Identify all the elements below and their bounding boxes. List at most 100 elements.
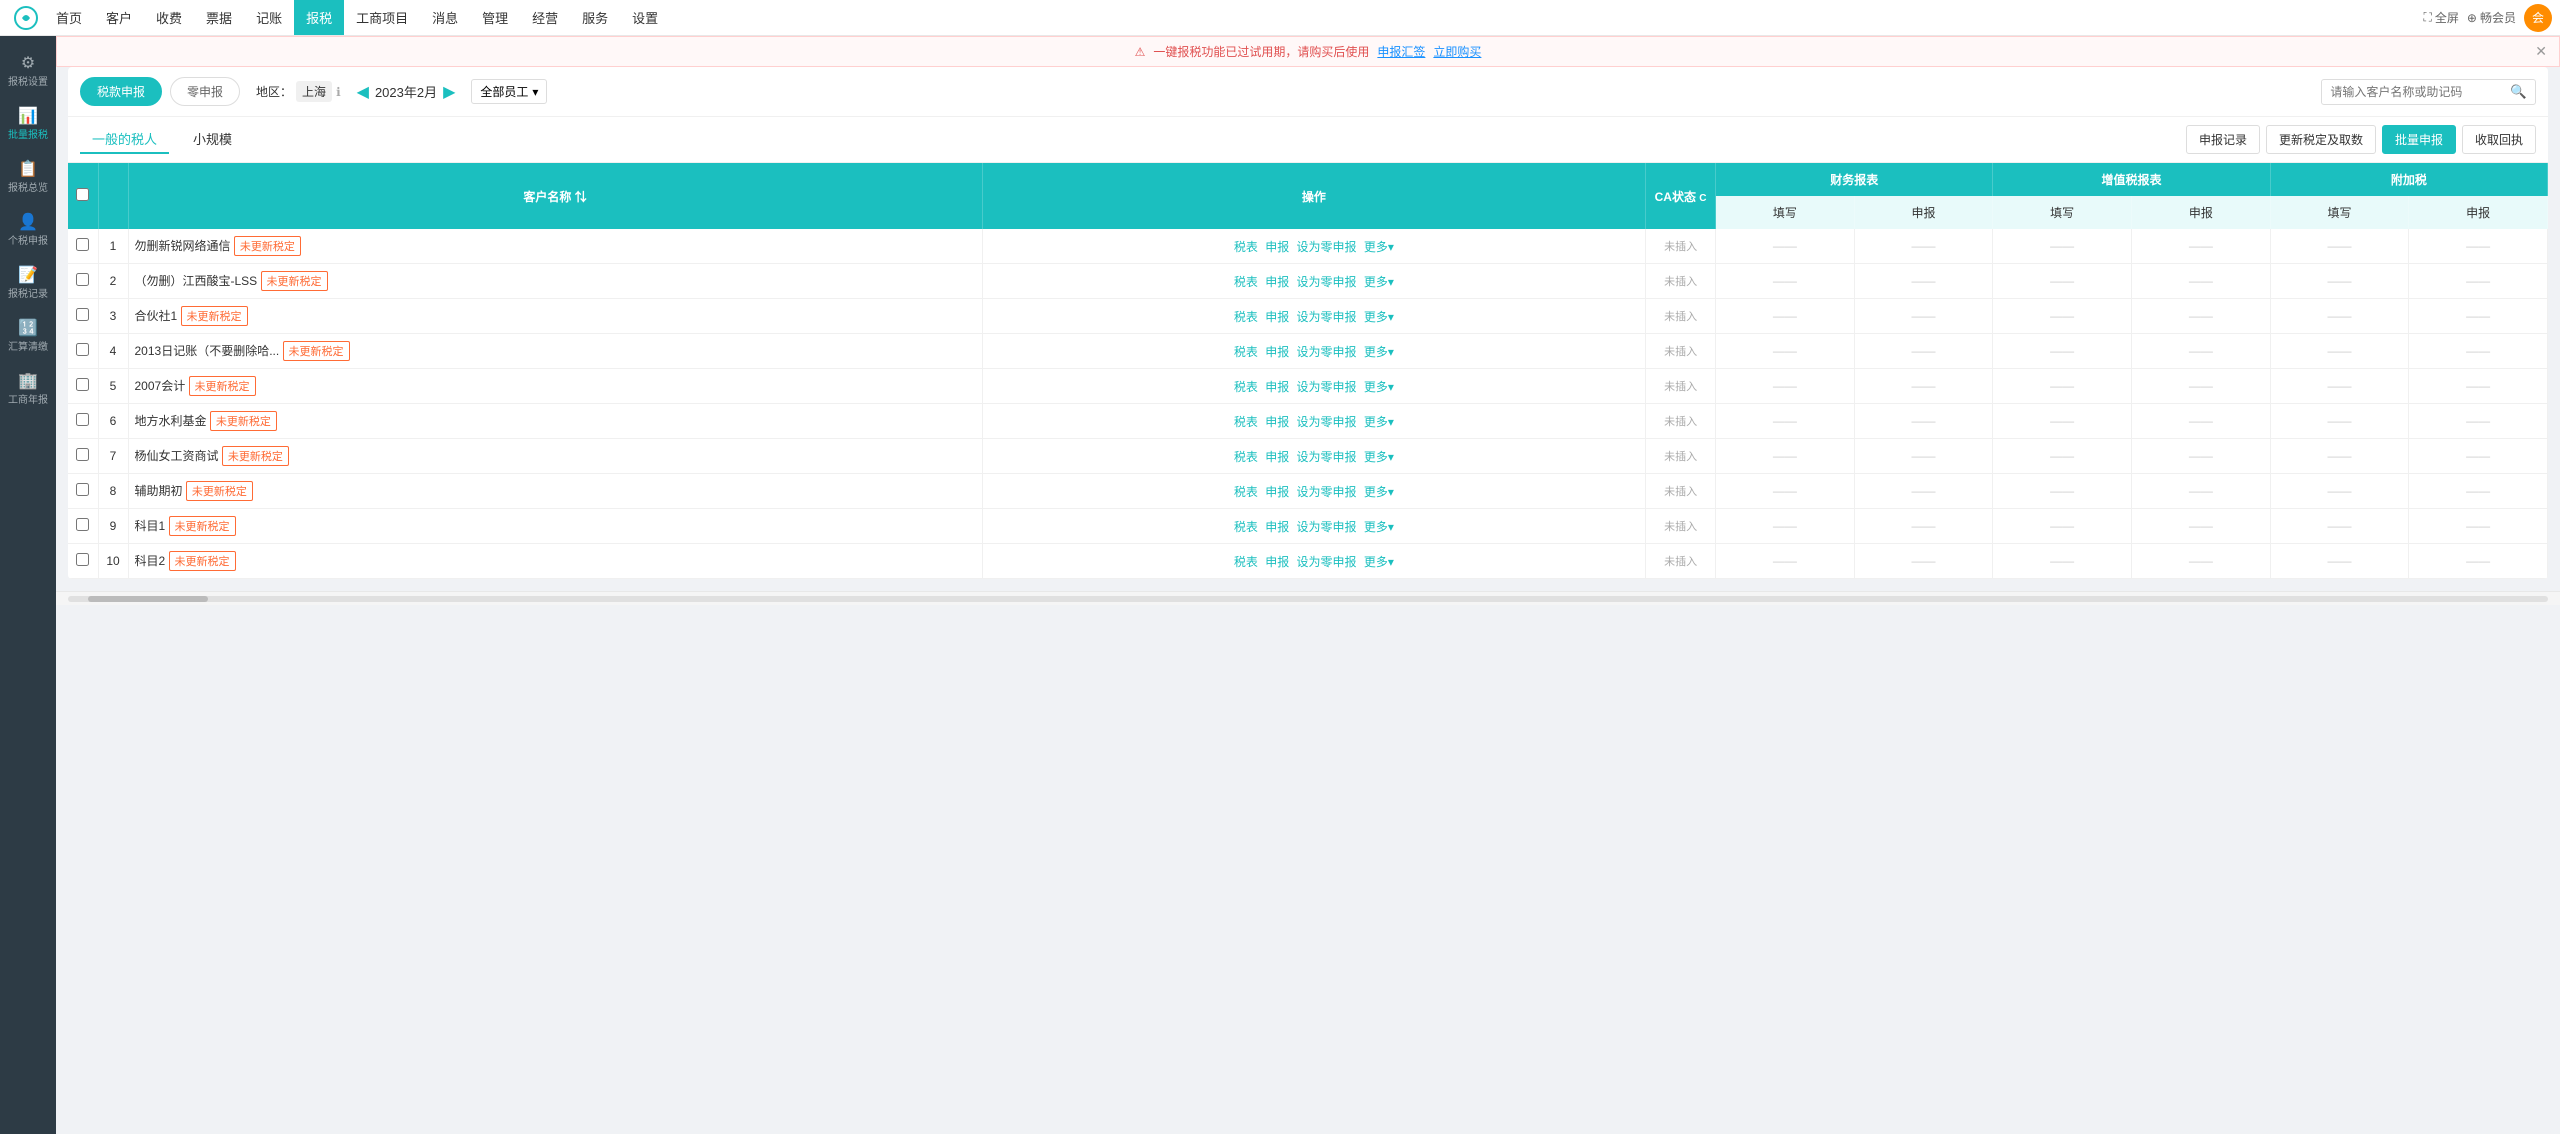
op-zero-9[interactable]: 设为零申报 bbox=[1297, 555, 1357, 569]
op-zero-3[interactable]: 设为零申报 bbox=[1297, 345, 1357, 359]
collect-receipt-button[interactable]: 收取回执 bbox=[2462, 125, 2536, 154]
row-checkbox-cell[interactable] bbox=[68, 404, 98, 439]
nav-management[interactable]: 管理 bbox=[470, 0, 520, 35]
date-next-button[interactable]: ▶ bbox=[443, 82, 455, 102]
op-tax-form-3[interactable]: 税表 bbox=[1234, 345, 1258, 359]
op-zero-5[interactable]: 设为零申报 bbox=[1297, 415, 1357, 429]
op-declare-2[interactable]: 申报 bbox=[1265, 310, 1289, 324]
op-more-0[interactable]: 更多▾ bbox=[1364, 240, 1394, 254]
row-checkbox-cell[interactable] bbox=[68, 474, 98, 509]
op-tax-form-4[interactable]: 税表 bbox=[1234, 380, 1258, 394]
row-checkbox-6[interactable] bbox=[76, 448, 89, 461]
row-checkbox-cell[interactable] bbox=[68, 299, 98, 334]
sidebar-item-tax-records[interactable]: 📝 报税记录 bbox=[0, 256, 56, 309]
op-more-3[interactable]: 更多▾ bbox=[1364, 345, 1394, 359]
op-more-4[interactable]: 更多▾ bbox=[1364, 380, 1394, 394]
taxpayer-tab-small[interactable]: 小规模 bbox=[181, 125, 244, 154]
sidebar-item-calc-clear[interactable]: 🔢 汇算清缴 bbox=[0, 309, 56, 362]
nav-fee[interactable]: 收费 bbox=[144, 0, 194, 35]
op-declare-8[interactable]: 申报 bbox=[1265, 520, 1289, 534]
sidebar-item-tax-settings[interactable]: ⚙ 报税设置 bbox=[0, 44, 56, 97]
sidebar-item-batch-tax[interactable]: 📊 批量报税 bbox=[0, 97, 56, 150]
avatar[interactable]: 会 bbox=[2524, 4, 2552, 32]
op-declare-3[interactable]: 申报 bbox=[1265, 345, 1289, 359]
row-checkbox-7[interactable] bbox=[76, 483, 89, 496]
date-prev-button[interactable]: ◀ bbox=[357, 82, 369, 102]
staff-filter[interactable]: 全部员工 ▾ bbox=[471, 79, 547, 104]
op-zero-8[interactable]: 设为零申报 bbox=[1297, 520, 1357, 534]
row-checkbox-4[interactable] bbox=[76, 378, 89, 391]
declaration-records-button[interactable]: 申报记录 bbox=[2186, 125, 2260, 154]
row-checkbox-cell[interactable] bbox=[68, 439, 98, 474]
op-zero-1[interactable]: 设为零申报 bbox=[1297, 275, 1357, 289]
row-checkbox-cell[interactable] bbox=[68, 544, 98, 579]
op-more-5[interactable]: 更多▾ bbox=[1364, 415, 1394, 429]
op-zero-4[interactable]: 设为零申报 bbox=[1297, 380, 1357, 394]
row-checkbox-2[interactable] bbox=[76, 308, 89, 321]
nav-bookkeeping[interactable]: 记账 bbox=[244, 0, 294, 35]
nav-tax[interactable]: 报税 bbox=[294, 0, 344, 35]
row-checkbox-1[interactable] bbox=[76, 273, 89, 286]
op-more-1[interactable]: 更多▾ bbox=[1364, 275, 1394, 289]
op-tax-form-0[interactable]: 税表 bbox=[1234, 240, 1258, 254]
row-checkbox-3[interactable] bbox=[76, 343, 89, 356]
row-checkbox-0[interactable] bbox=[76, 238, 89, 251]
row-checkbox-cell[interactable] bbox=[68, 334, 98, 369]
op-declare-5[interactable]: 申报 bbox=[1265, 415, 1289, 429]
op-more-8[interactable]: 更多▾ bbox=[1364, 520, 1394, 534]
search-button[interactable]: 🔍 bbox=[2502, 80, 2535, 104]
row-checkbox-cell[interactable] bbox=[68, 264, 98, 299]
op-tax-form-8[interactable]: 税表 bbox=[1234, 520, 1258, 534]
bottom-scroll[interactable] bbox=[56, 591, 2560, 605]
update-tax-button[interactable]: 更新税定及取数 bbox=[2266, 125, 2376, 154]
member-button[interactable]: ⊕ 畅会员 bbox=[2467, 9, 2516, 26]
op-declare-7[interactable]: 申报 bbox=[1265, 485, 1289, 499]
row-checkbox-9[interactable] bbox=[76, 553, 89, 566]
row-checkbox-cell[interactable] bbox=[68, 369, 98, 404]
search-input[interactable] bbox=[2322, 81, 2502, 103]
banner-link-report[interactable]: 申报汇签 bbox=[1377, 43, 1425, 60]
taxpayer-tab-general[interactable]: 一般的税人 bbox=[80, 125, 169, 154]
sidebar-item-tax-overview[interactable]: 📋 报税总览 bbox=[0, 150, 56, 203]
op-zero-0[interactable]: 设为零申报 bbox=[1297, 240, 1357, 254]
banner-link-buy[interactable]: 立即购买 bbox=[1433, 43, 1481, 60]
op-tax-form-6[interactable]: 税表 bbox=[1234, 450, 1258, 464]
nav-biz-project[interactable]: 工商项目 bbox=[344, 0, 420, 35]
nav-client[interactable]: 客户 bbox=[94, 0, 144, 35]
batch-declare-button[interactable]: 批量申报 bbox=[2382, 125, 2456, 154]
row-checkbox-cell[interactable] bbox=[68, 229, 98, 264]
op-more-9[interactable]: 更多▾ bbox=[1364, 555, 1394, 569]
tab-zero-declaration[interactable]: 零申报 bbox=[170, 77, 240, 106]
op-declare-1[interactable]: 申报 bbox=[1265, 275, 1289, 289]
nav-home[interactable]: 首页 bbox=[44, 0, 94, 35]
op-tax-form-1[interactable]: 税表 bbox=[1234, 275, 1258, 289]
banner-close-button[interactable]: ✕ bbox=[2535, 43, 2547, 60]
op-tax-form-7[interactable]: 税表 bbox=[1234, 485, 1258, 499]
sidebar-item-personal-tax[interactable]: 👤 个税申报 bbox=[0, 203, 56, 256]
op-declare-9[interactable]: 申报 bbox=[1265, 555, 1289, 569]
nav-invoice[interactable]: 票据 bbox=[194, 0, 244, 35]
info-icon[interactable]: ℹ bbox=[336, 85, 341, 99]
fullscreen-button[interactable]: ⛶ 全屏 bbox=[2424, 9, 2459, 26]
op-declare-6[interactable]: 申报 bbox=[1265, 450, 1289, 464]
op-zero-7[interactable]: 设为零申报 bbox=[1297, 485, 1357, 499]
op-more-7[interactable]: 更多▾ bbox=[1364, 485, 1394, 499]
op-declare-4[interactable]: 申报 bbox=[1265, 380, 1289, 394]
nav-message[interactable]: 消息 bbox=[420, 0, 470, 35]
op-tax-form-5[interactable]: 税表 bbox=[1234, 415, 1258, 429]
op-zero-6[interactable]: 设为零申报 bbox=[1297, 450, 1357, 464]
row-checkbox-5[interactable] bbox=[76, 413, 89, 426]
tab-tax-declaration[interactable]: 税款申报 bbox=[80, 77, 162, 106]
op-tax-form-9[interactable]: 税表 bbox=[1234, 555, 1258, 569]
sidebar-item-biz-annual[interactable]: 🏢 工商年报 bbox=[0, 362, 56, 415]
op-declare-0[interactable]: 申报 bbox=[1265, 240, 1289, 254]
row-checkbox-8[interactable] bbox=[76, 518, 89, 531]
op-more-2[interactable]: 更多▾ bbox=[1364, 310, 1394, 324]
nav-settings[interactable]: 设置 bbox=[620, 0, 670, 35]
op-zero-2[interactable]: 设为零申报 bbox=[1297, 310, 1357, 324]
op-tax-form-2[interactable]: 税表 bbox=[1234, 310, 1258, 324]
nav-operation[interactable]: 经营 bbox=[520, 0, 570, 35]
nav-service[interactable]: 服务 bbox=[570, 0, 620, 35]
row-checkbox-cell[interactable] bbox=[68, 509, 98, 544]
select-all-checkbox[interactable] bbox=[76, 188, 89, 201]
